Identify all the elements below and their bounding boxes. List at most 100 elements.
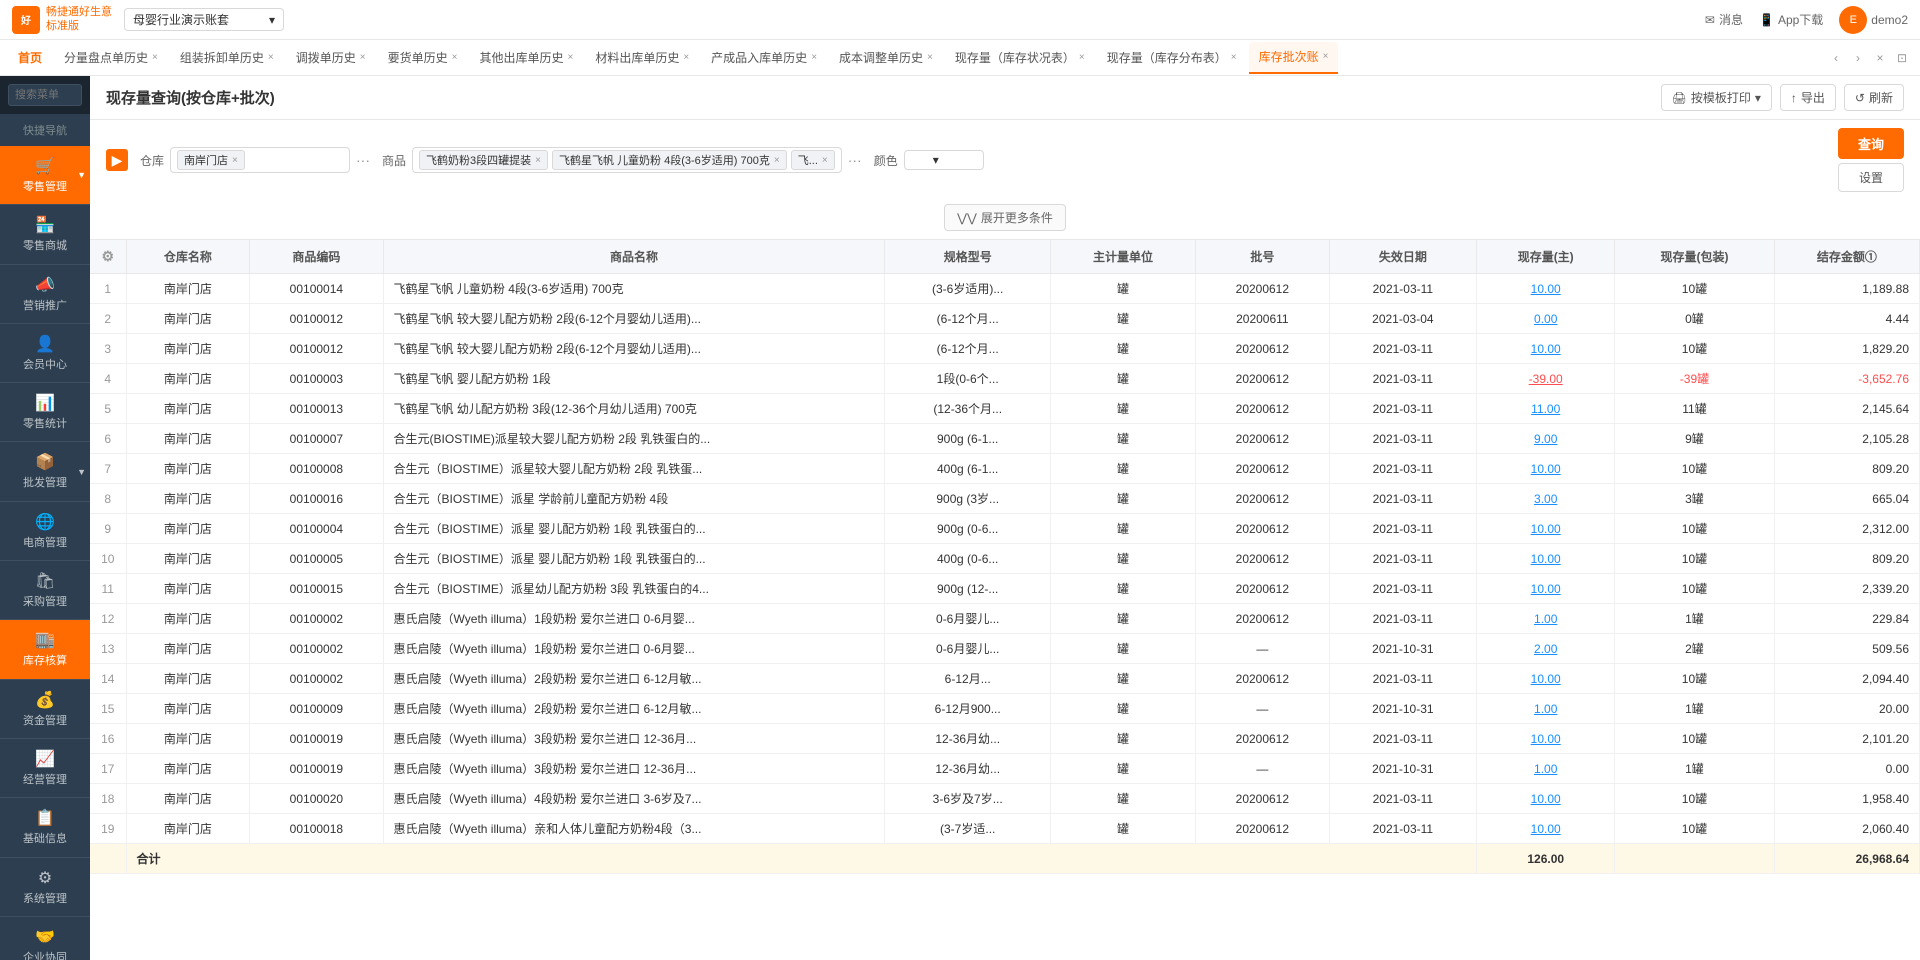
close-icon[interactable]: × [927,52,933,63]
export-button[interactable]: ↑ 导出 [1780,84,1836,111]
refresh-button[interactable]: ↺ 刷新 [1844,84,1904,111]
tag-close-icon[interactable]: × [774,155,780,166]
tab-chancheng[interactable]: 产成品入库单历史 × [701,42,827,74]
row-spec: (3-6岁适用)... [885,274,1051,304]
settings-icon[interactable]: ⚙ [101,248,114,264]
row-batch: 20200612 [1196,364,1329,394]
row-batch: 20200612 [1196,544,1329,574]
row-qty-main[interactable]: 10.00 [1477,724,1615,754]
sidebar-item-system[interactable]: ⚙ 系统管理 [0,858,90,917]
row-qty-pack: 10罐 [1615,334,1775,364]
tag-close-icon[interactable]: × [232,155,238,166]
tab-fenliang[interactable]: 分量盘点单历史 × [54,42,168,74]
more-options-icon[interactable]: ··· [356,152,370,168]
row-qty-main[interactable]: 3.00 [1477,484,1615,514]
row-qty-main[interactable]: 1.00 [1477,694,1615,724]
row-qty-main[interactable]: 2.00 [1477,634,1615,664]
sidebar-item-ecommerce[interactable]: 🌐 电商管理 [0,502,90,561]
user-profile[interactable]: E demo2 [1839,6,1908,34]
tab-qitachuku[interactable]: 其他出库单历史 × [469,42,583,74]
sidebar-item-retail-mall[interactable]: 🏪 零售商城 [0,205,90,264]
close-icon[interactable]: × [152,52,158,63]
top-bar: 好 畅捷通好生意 标准版 母婴行业演示账套 ▾ ✉ 消息 📱 App下载 E d… [0,0,1920,40]
close-icon[interactable]: × [1231,52,1237,63]
sidebar-item-marketing[interactable]: 📣 营销推广 [0,265,90,324]
print-button[interactable]: 🖨 按模板打印 ▾ [1661,84,1772,111]
summary-row: 合计 126.00 26,968.64 [90,844,1920,874]
close-icon[interactable]: × [683,52,689,63]
close-icon[interactable]: × [811,52,817,63]
row-expire: 2021-03-11 [1329,574,1477,604]
row-qty-pack: 1罐 [1615,754,1775,784]
chevron-down-icon: ▾ [269,13,275,27]
expand-more-conditions-button[interactable]: ⋁⋁ 展开更多条件 [944,204,1066,231]
sidebar-item-base-info[interactable]: 📋 基础信息 [0,798,90,857]
row-qty-main[interactable]: 10.00 [1477,544,1615,574]
tab-cailiao[interactable]: 材料出库单历史 × [585,42,699,74]
top-actions: ✉ 消息 📱 App下载 E demo2 [1705,6,1908,34]
close-icon[interactable]: × [1079,52,1085,63]
row-qty-main[interactable]: 1.00 [1477,604,1615,634]
tab-yaohuo[interactable]: 要货单历史 × [378,42,468,74]
row-qty-main[interactable]: 10.00 [1477,664,1615,694]
row-qty-main[interactable]: 1.00 [1477,754,1615,784]
industry-select[interactable]: 母婴行业演示账套 ▾ [124,8,284,31]
tab-xiancun1[interactable]: 现存量（库存状况表）× [945,42,1095,74]
row-qty-main[interactable]: 10.00 [1477,274,1615,304]
close-icon[interactable]: × [268,52,274,63]
search-input[interactable] [8,84,82,106]
tab-diaob[interactable]: 调拨单历史 × [286,42,376,74]
tab-kucun-pici[interactable]: 库存批次账 × [1249,42,1339,74]
col-settings[interactable]: ⚙ [90,240,126,274]
sidebar-item-business[interactable]: 📈 经营管理 [0,739,90,798]
tab-home[interactable]: 首页 [8,42,52,74]
tab-chengben[interactable]: 成本调整单历史 × [829,42,943,74]
expand-filter-button[interactable]: ▶ [106,149,128,171]
row-no: 17 [90,754,126,784]
sidebar-item-finance[interactable]: 💰 资金管理 [0,680,90,739]
row-qty-main[interactable]: 10.00 [1477,334,1615,364]
query-button[interactable]: 查询 [1838,128,1904,159]
tab-xiancun2[interactable]: 现存量（库存分布表）× [1097,42,1247,74]
tab-zuzhuang[interactable]: 组装拆卸单历史 × [170,42,284,74]
sidebar-item-retail-mgmt[interactable]: 🛒 零售管理 ▼ [0,146,90,205]
warehouse-tag-input[interactable]: 南岸门店 × [170,147,350,173]
close-icon[interactable]: × [1323,51,1329,62]
row-amount: 2,101.20 [1774,724,1919,754]
color-dropdown[interactable]: ▾ [904,150,984,170]
tag-close-icon[interactable]: × [535,155,541,166]
close-icon[interactable]: × [452,52,458,63]
nav-left-arrow[interactable]: ‹ [1826,48,1846,68]
message-button[interactable]: ✉ 消息 [1705,11,1743,28]
close-icon[interactable]: × [567,52,573,63]
row-qty-main[interactable]: 10.00 [1477,454,1615,484]
sidebar-item-member[interactable]: 👤 会员中心 [0,324,90,383]
app-download-button[interactable]: 📱 App下载 [1759,11,1823,28]
sidebar-item-wholesale[interactable]: 📦 批发管理 ▼ [0,442,90,501]
row-qty-main[interactable]: 10.00 [1477,784,1615,814]
row-expire: 2021-03-11 [1329,544,1477,574]
row-qty-main[interactable]: 11.00 [1477,394,1615,424]
sidebar-item-retail-stats[interactable]: 📊 零售统计 [0,383,90,442]
nav-right-arrow[interactable]: › [1848,48,1868,68]
nav-close-tab[interactable]: × [1870,48,1890,68]
table-header-row: ⚙ 仓库名称 商品编码 商品名称 规格型号 主计量单位 批号 失效日期 现存量(… [90,240,1920,274]
row-qty-main[interactable]: 10.00 [1477,514,1615,544]
row-amount: 0.00 [1774,754,1919,784]
row-qty-main[interactable]: 10.00 [1477,814,1615,844]
sidebar-item-purchase[interactable]: 🛍 采购管理 [0,561,90,620]
more-options-icon[interactable]: ··· [848,152,862,168]
nav-maximize[interactable]: ⊡ [1892,48,1912,68]
row-spec: (6-12个月... [885,334,1051,364]
sidebar-quick-nav[interactable]: 快捷导航 [0,114,90,146]
tag-close-icon[interactable]: × [822,155,828,166]
sidebar-item-enterprise[interactable]: 🤝 企业协同 [0,917,90,960]
row-qty-main[interactable]: 0.00 [1477,304,1615,334]
row-qty-main[interactable]: -39.00 [1477,364,1615,394]
row-qty-main[interactable]: 9.00 [1477,424,1615,454]
settings-button[interactable]: 设置 [1838,163,1904,192]
close-icon[interactable]: × [360,52,366,63]
product-tag-input[interactable]: 飞鹤奶粉3段四罐提装 × 飞鹤星飞帆 儿童奶粉 4段(3-6岁适用) 700克 … [412,147,842,173]
row-qty-main[interactable]: 10.00 [1477,574,1615,604]
sidebar-item-inventory[interactable]: 🏬 库存核算 [0,620,90,679]
